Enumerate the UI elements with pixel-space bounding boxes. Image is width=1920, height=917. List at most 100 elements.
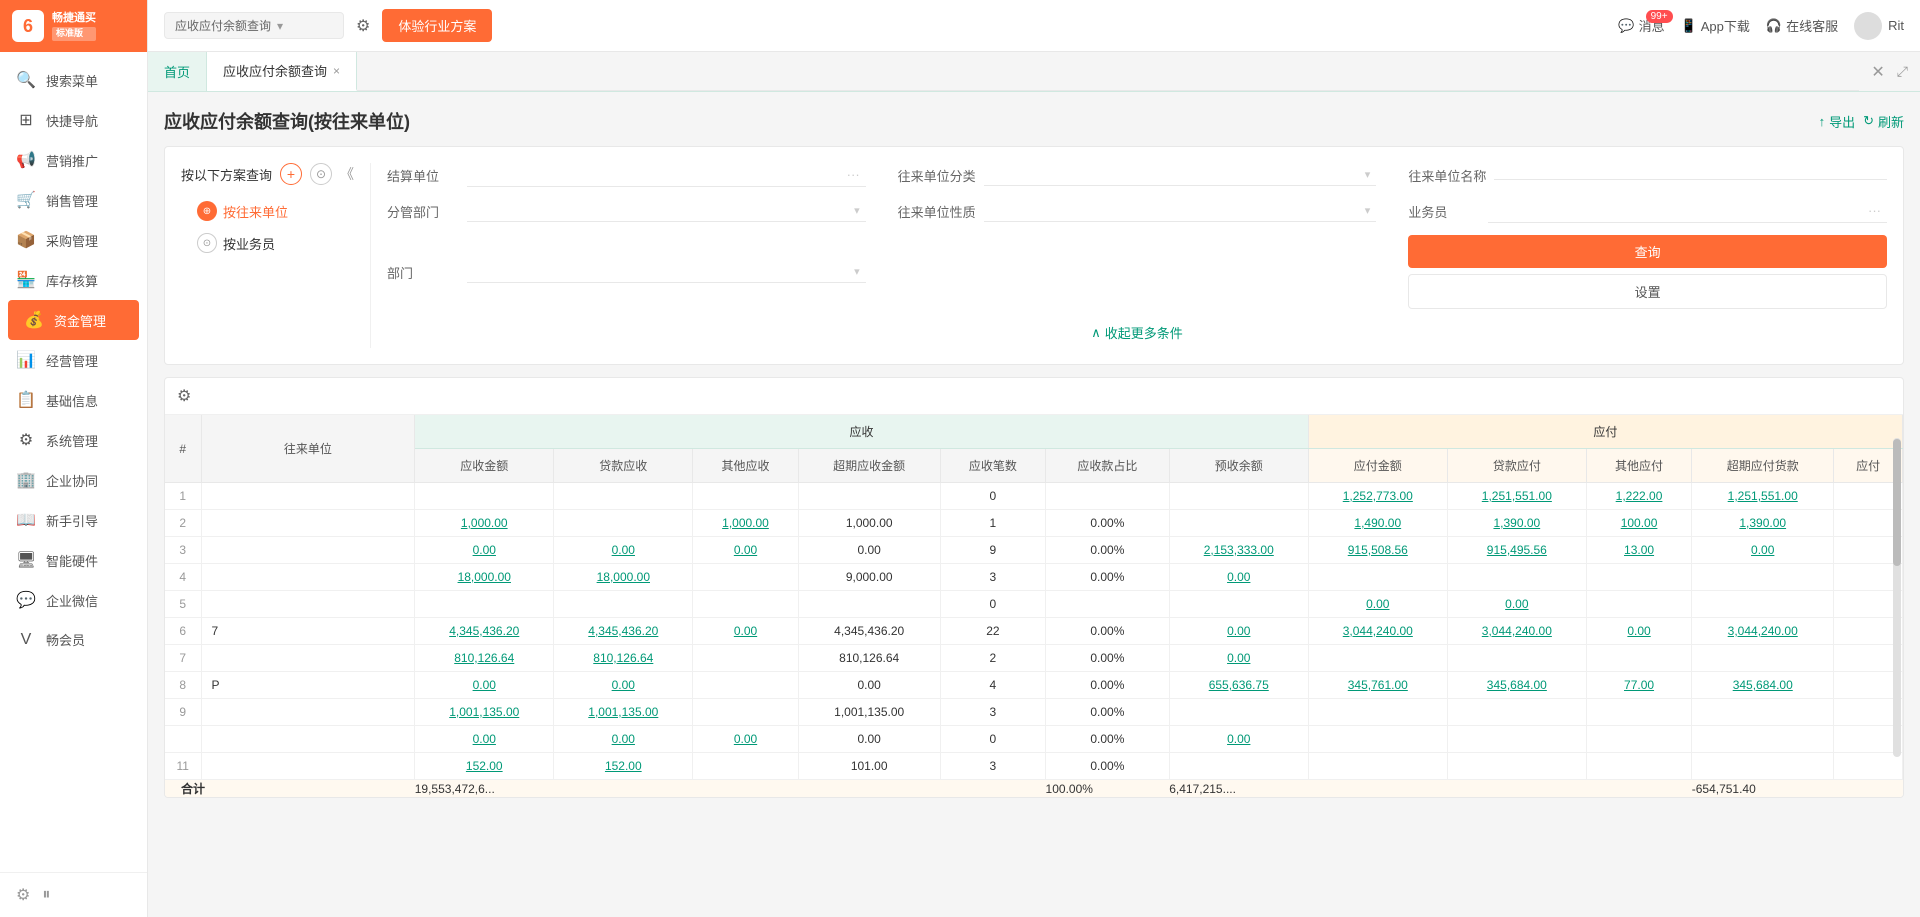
cell-pay_overdue[interactable]: 3,044,240.00	[1692, 618, 1834, 645]
cell-pay_loan[interactable]: 0.00	[1447, 591, 1586, 618]
sidebar-item-库存核算[interactable]: 🏪 库存核算	[0, 260, 147, 300]
cta-button[interactable]: 体验行业方案	[382, 9, 492, 42]
cell-pay_other[interactable]	[1586, 753, 1691, 780]
cell-recv_amount[interactable]: 0.00	[415, 672, 554, 699]
cell-recv_prepay[interactable]	[1169, 753, 1308, 780]
cell-pay_loan[interactable]: 1,251,551.00	[1447, 483, 1586, 510]
cell-recv_prepay[interactable]: 0.00	[1169, 618, 1308, 645]
cell-pay_loan[interactable]: 3,044,240.00	[1447, 618, 1586, 645]
cell-recv_amount[interactable]: 0.00	[415, 726, 554, 753]
cell-recv_loan[interactable]	[554, 510, 693, 537]
cell-recv_loan[interactable]: 0.00	[554, 537, 693, 564]
sidebar-item-系统管理[interactable]: ⚙ 系统管理	[0, 420, 147, 460]
cell-recv_other[interactable]: 0.00	[693, 537, 798, 564]
cell-recv_amount[interactable]	[415, 483, 554, 510]
cell-pay_loan[interactable]: 1,390.00	[1447, 510, 1586, 537]
cell-pay_overdue[interactable]	[1692, 645, 1834, 672]
cell-pay_loan[interactable]	[1447, 726, 1586, 753]
filter-settings-button[interactable]: ⊙	[310, 163, 332, 185]
cell-recv_prepay[interactable]	[1169, 483, 1308, 510]
sidebar-item-销售管理[interactable]: 🛒 销售管理	[0, 180, 147, 220]
cell-pay_amount[interactable]: 345,761.00	[1308, 672, 1447, 699]
cell-recv_amount[interactable]: 810,126.64	[415, 645, 554, 672]
cell-recv_prepay[interactable]	[1169, 591, 1308, 618]
sidebar-item-畅会员[interactable]: V 畅会员	[0, 620, 147, 659]
cell-recv_prepay[interactable]	[1169, 510, 1308, 537]
cell-pay_overdue[interactable]	[1692, 726, 1834, 753]
cell-recv_loan[interactable]: 810,126.64	[554, 645, 693, 672]
cell-pay_amount[interactable]	[1308, 699, 1447, 726]
cell-pay_overdue[interactable]: 1,390.00	[1692, 510, 1834, 537]
cell-recv_amount[interactable]: 1,000.00	[415, 510, 554, 537]
topbar-gear-icon[interactable]: ⚙	[352, 12, 374, 40]
sidebar-item-快捷导航[interactable]: ⊞ 快捷导航	[0, 100, 147, 140]
cell-pay_amount[interactable]	[1308, 564, 1447, 591]
cell-recv_loan[interactable]	[554, 591, 693, 618]
sidebar-item-基础信息[interactable]: 📋 基础信息	[0, 380, 147, 420]
sidebar-item-搜索菜单[interactable]: 🔍 搜索菜单	[0, 60, 147, 100]
input-settlement[interactable]: ···	[467, 163, 866, 187]
cell-recv_other[interactable]	[693, 564, 798, 591]
cell-pay_other[interactable]	[1586, 699, 1691, 726]
cell-pay_amount[interactable]	[1308, 753, 1447, 780]
cell-pay_overdue[interactable]: 0.00	[1692, 537, 1834, 564]
cell-recv_other[interactable]: 0.00	[693, 618, 798, 645]
cell-recv_amount[interactable]	[415, 591, 554, 618]
settings-icon[interactable]: ⚙	[16, 885, 30, 905]
input-partner-category[interactable]: ▾	[984, 164, 1377, 186]
cell-recv_loan[interactable]: 4,345,436.20	[554, 618, 693, 645]
sidebar-item-企业微信[interactable]: 💬 企业微信	[0, 580, 147, 620]
cell-pay_overdue[interactable]	[1692, 591, 1834, 618]
scheme-by-partner[interactable]: ⊕ 按往来单位	[189, 197, 354, 225]
cell-pay_loan[interactable]	[1447, 699, 1586, 726]
sidebar-item-新手引导[interactable]: 📖 新手引导	[0, 500, 147, 540]
cell-pay_other[interactable]	[1586, 726, 1691, 753]
query-button[interactable]: 查询	[1408, 235, 1887, 268]
cell-recv_other[interactable]	[693, 645, 798, 672]
cell-pay_overdue[interactable]	[1692, 753, 1834, 780]
online-service-action[interactable]: 🎧 在线客服	[1766, 16, 1838, 35]
tab-maximize[interactable]: ⤢	[1897, 63, 1908, 80]
input-partner-nature[interactable]: ▾	[984, 200, 1377, 222]
tab-receivable[interactable]: 应收应付余额查询 ×	[207, 52, 357, 91]
cell-recv_amount[interactable]: 18,000.00	[415, 564, 554, 591]
cell-pay_other[interactable]: 100.00	[1586, 510, 1691, 537]
input-salesman[interactable]: ···	[1488, 199, 1887, 223]
cell-pay_amount[interactable]: 1,252,773.00	[1308, 483, 1447, 510]
cell-recv_prepay[interactable]: 0.00	[1169, 726, 1308, 753]
cell-pay_other[interactable]	[1586, 591, 1691, 618]
cell-recv_prepay[interactable]	[1169, 699, 1308, 726]
export-button[interactable]: ↑ 导出	[1819, 112, 1856, 131]
cell-recv_other[interactable]	[693, 591, 798, 618]
cell-recv_loan[interactable]: 1,001,135.00	[554, 699, 693, 726]
cell-pay_other[interactable]	[1586, 564, 1691, 591]
filter-add-button[interactable]: +	[280, 163, 302, 185]
cell-pay_amount[interactable]	[1308, 726, 1447, 753]
cell-pay_overdue[interactable]: 1,251,551.00	[1692, 483, 1834, 510]
refresh-button[interactable]: ↻ 刷新	[1863, 112, 1904, 131]
cell-pay_other[interactable]: 1,222.00	[1586, 483, 1691, 510]
cell-recv_loan[interactable]: 18,000.00	[554, 564, 693, 591]
input-partner-name[interactable]	[1494, 171, 1887, 180]
settings-button[interactable]: 设置	[1408, 274, 1887, 309]
cell-pay_overdue[interactable]	[1692, 699, 1834, 726]
cell-pay_loan[interactable]: 915,495.56	[1447, 537, 1586, 564]
cell-recv_prepay[interactable]: 0.00	[1169, 645, 1308, 672]
cell-recv_loan[interactable]: 0.00	[554, 726, 693, 753]
scheme-by-salesman[interactable]: ⊙ 按业务员	[189, 229, 354, 257]
cell-pay_amount[interactable]: 0.00	[1308, 591, 1447, 618]
cell-recv_other[interactable]: 0.00	[693, 726, 798, 753]
filter-collapse-button[interactable]: 《	[340, 164, 354, 184]
cell-pay_loan[interactable]	[1447, 564, 1586, 591]
cell-pay_amount[interactable]: 1,490.00	[1308, 510, 1447, 537]
cell-pay_overdue[interactable]: 345,684.00	[1692, 672, 1834, 699]
cell-recv_amount[interactable]: 4,345,436.20	[415, 618, 554, 645]
filter-more-button[interactable]: ∧ 收起更多条件	[387, 317, 1887, 348]
cell-pay_other[interactable]: 0.00	[1586, 618, 1691, 645]
cell-recv_amount[interactable]: 1,001,135.00	[415, 699, 554, 726]
cell-pay_amount[interactable]: 3,044,240.00	[1308, 618, 1447, 645]
cell-pay_amount[interactable]	[1308, 645, 1447, 672]
scrollbar-thumb[interactable]	[1893, 439, 1901, 567]
cell-recv_other[interactable]	[693, 483, 798, 510]
cell-recv_amount[interactable]: 152.00	[415, 753, 554, 780]
